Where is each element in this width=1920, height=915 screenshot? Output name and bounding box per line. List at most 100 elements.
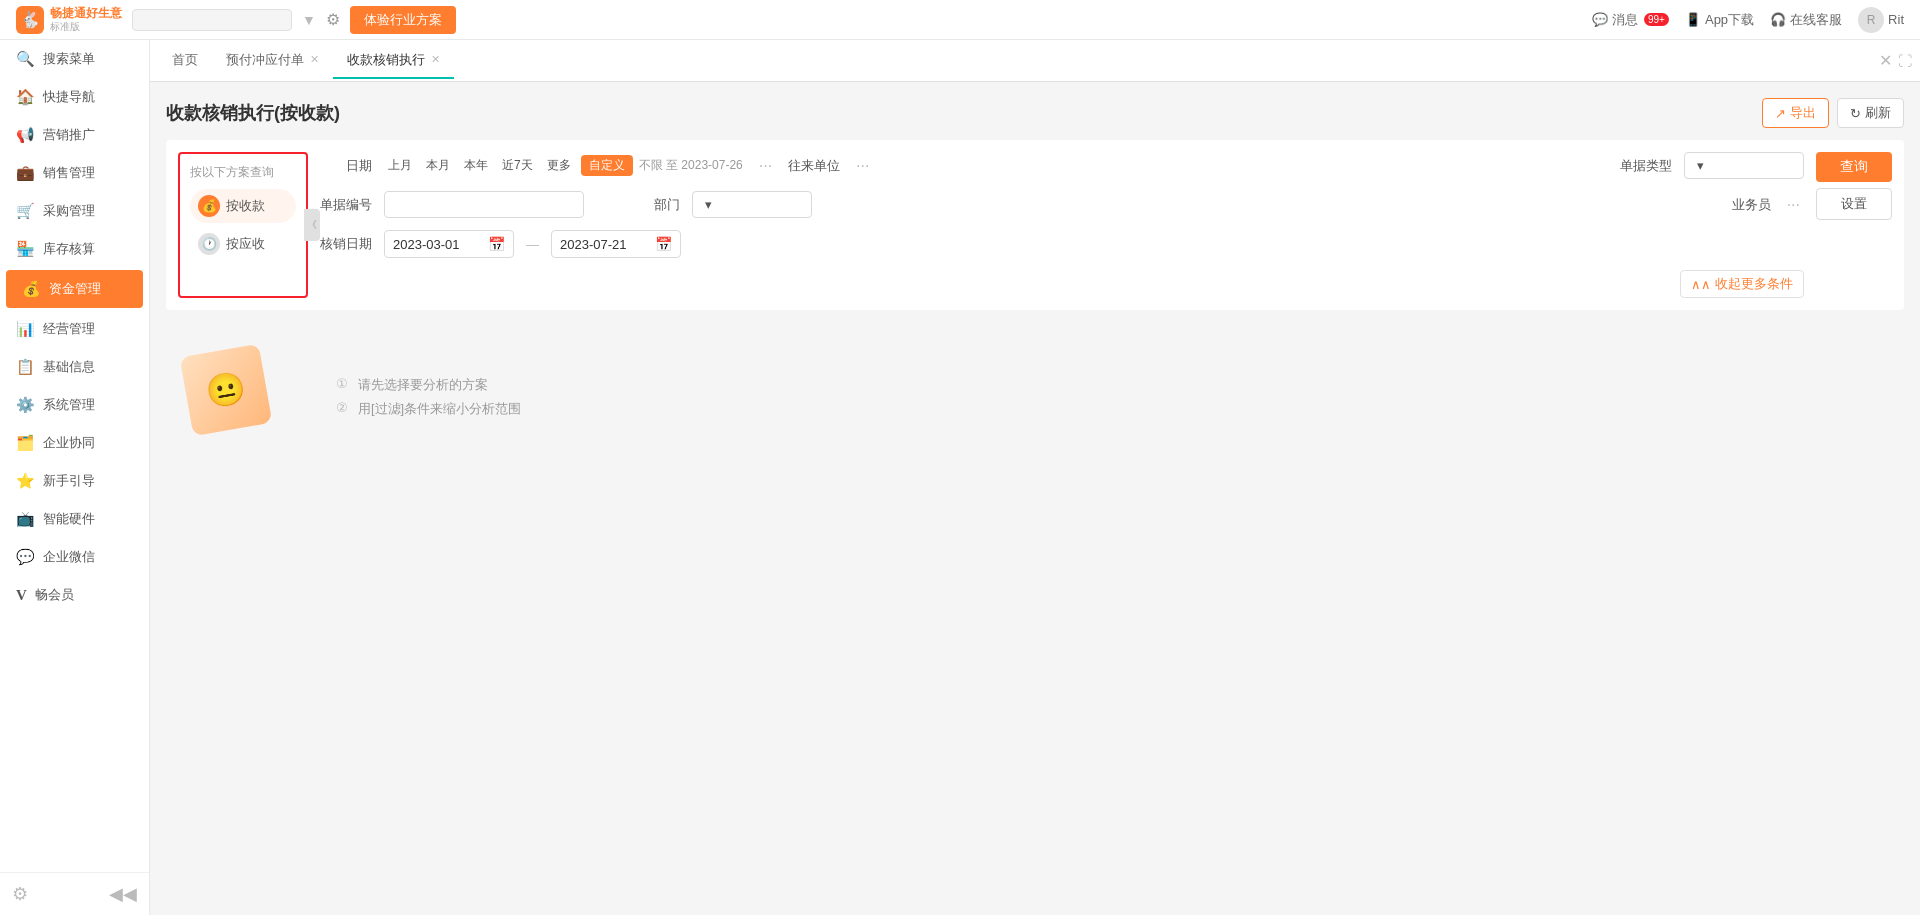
app-logo: 🐇 畅捷通好生意 标准版 — [16, 6, 122, 34]
guide-icon: ⭐ — [16, 472, 35, 490]
user-name: Rit — [1888, 12, 1904, 27]
sidebar-item-label: 新手引导 — [43, 472, 95, 490]
tab-writeoff[interactable]: 收款核销执行 ✕ — [333, 43, 454, 79]
dept-select[interactable]: ▾ — [692, 191, 812, 218]
search-input[interactable] — [132, 9, 292, 31]
content-area: 首页 预付冲应付单 ✕ 收款核销执行 ✕ ✕ ⛶ 收款核销执行(按收款) — [150, 40, 1920, 915]
date-this-year-btn[interactable]: 本年 — [460, 155, 492, 176]
sidebar-item-inventory[interactable]: 🏪 库存核算 — [0, 230, 149, 268]
home-icon: 🏠 — [16, 88, 35, 106]
date-last-month-btn[interactable]: 上月 — [384, 155, 416, 176]
date-this-month-btn[interactable]: 本月 — [422, 155, 454, 176]
system-icon: ⚙️ — [16, 396, 35, 414]
filter-option-by-receivable-label: 按应收 — [226, 235, 265, 253]
sidebar-item-hardware[interactable]: 📺 智能硬件 — [0, 500, 149, 538]
filter-row-3: 核销日期 2023-03-01 📅 — 2023-07-21 📅 — [320, 230, 1804, 258]
export-icon: ↗ — [1775, 106, 1786, 121]
sidebar-item-search[interactable]: 🔍 搜索菜单 — [0, 40, 149, 78]
page-content: 收款核销执行(按收款) ↗ 导出 ↻ 刷新 按以下方案查询 — [150, 82, 1920, 915]
refresh-icon: ↻ — [1850, 106, 1861, 121]
sidebar-item-management[interactable]: 📊 经营管理 — [0, 310, 149, 348]
empty-num-1: ① — [336, 376, 352, 391]
topbar-left: 🐇 畅捷通好生意 标准版 ▼ ⚙ 体验行业方案 — [16, 6, 456, 34]
partner-label: 往来单位 — [788, 157, 840, 175]
inventory-icon: 🏪 — [16, 240, 35, 258]
message-label: 消息 — [1612, 11, 1638, 29]
writeoff-start-text: 2023-03-01 — [393, 237, 460, 252]
writeoff-date-label: 核销日期 — [320, 235, 372, 253]
tab-home[interactable]: 首页 — [158, 43, 212, 79]
collab-icon: 🗂️ — [16, 434, 35, 452]
query-button[interactable]: 查询 — [1816, 152, 1892, 182]
date-7days-btn[interactable]: 近7天 — [498, 155, 537, 176]
solution-button[interactable]: 体验行业方案 — [350, 6, 456, 34]
filter-option-by-receipt[interactable]: 💰 按收款 — [190, 189, 296, 223]
refresh-button[interactable]: ↻ 刷新 — [1837, 98, 1904, 128]
partner-input-dots[interactable]: ··· — [856, 157, 869, 175]
receivable-icon: 🕐 — [198, 233, 220, 255]
sidebar-item-label: 快捷导航 — [43, 88, 95, 106]
tab-writeoff-close[interactable]: ✕ — [431, 53, 440, 66]
settings-icon[interactable]: ⚙ — [12, 883, 28, 905]
setting-button[interactable]: 设置 — [1816, 188, 1892, 220]
empty-state: ① 请先选择要分析的方案 ② 用[过滤]条件来缩小分析范围 — [166, 350, 1904, 450]
sidebar-item-basic[interactable]: 📋 基础信息 — [0, 348, 149, 386]
sidebar-item-label: 库存核算 — [43, 240, 95, 258]
chevron-up-icon: ∧∧ — [1691, 277, 1711, 292]
sidebar-item-marketing[interactable]: 📢 营销推广 — [0, 116, 149, 154]
sidebar-item-label: 经营管理 — [43, 320, 95, 338]
tab-close-all-icon[interactable]: ✕ — [1879, 51, 1892, 70]
search-icon: 🔍 — [16, 50, 35, 68]
tab-prepay[interactable]: 预付冲应付单 ✕ — [212, 43, 333, 79]
app-download-item[interactable]: 📱 App下载 — [1685, 11, 1754, 29]
gear-icon[interactable]: ⚙ — [326, 10, 340, 29]
export-button[interactable]: ↗ 导出 — [1762, 98, 1829, 128]
purchase-icon: 🛒 — [16, 202, 35, 220]
staff-input-dots[interactable]: ··· — [1787, 196, 1800, 214]
doc-type-select[interactable]: ▾ — [1684, 152, 1804, 179]
sidebar-item-guide[interactable]: ⭐ 新手引导 — [0, 462, 149, 500]
writeoff-date-end-input[interactable]: 2023-07-21 📅 — [551, 230, 681, 258]
sidebar-item-purchase[interactable]: 🛒 采购管理 — [0, 192, 149, 230]
writeoff-end-text: 2023-07-21 — [560, 237, 627, 252]
sidebar-item-nav[interactable]: 🏠 快捷导航 — [0, 78, 149, 116]
online-service-item[interactable]: 🎧 在线客服 — [1770, 11, 1842, 29]
message-item[interactable]: 💬 消息 99+ — [1592, 11, 1669, 29]
filter-collapse-button[interactable]: 《 — [304, 209, 320, 241]
writeoff-date-start-input[interactable]: 2023-03-01 📅 — [384, 230, 514, 258]
date-range-divider: — — [526, 237, 539, 252]
sidebar-item-collab[interactable]: 🗂️ 企业协同 — [0, 424, 149, 462]
sidebar-item-label: 营销推广 — [43, 126, 95, 144]
date-custom-tag[interactable]: 自定义 — [581, 155, 633, 176]
filter-row-1: 日期 上月 本月 本年 近7天 更多 自定义 不限 至 2023-07-26 — [320, 152, 1804, 179]
filter-main: 日期 上月 本月 本年 近7天 更多 自定义 不限 至 2023-07-26 — [320, 152, 1892, 298]
collapse-sidebar-icon[interactable]: ◀◀ — [109, 883, 137, 905]
sidebar: 🔍 搜索菜单 🏠 快捷导航 📢 营销推广 💼 销售管理 🛒 采购管理 🏪 库存核… — [0, 40, 150, 915]
sidebar-item-system[interactable]: ⚙️ 系统管理 — [0, 386, 149, 424]
sidebar-item-wechat[interactable]: 💬 企业微信 — [0, 538, 149, 576]
date-more-btn[interactable]: 更多 — [543, 155, 575, 176]
empty-num-2: ② — [336, 400, 352, 415]
collapse-icon: 《 — [307, 218, 317, 232]
date-label: 日期 — [320, 157, 372, 175]
docno-input[interactable] — [384, 191, 584, 218]
sidebar-item-label: 智能硬件 — [43, 510, 95, 528]
user-avatar: R — [1858, 7, 1884, 33]
tab-prepay-close[interactable]: ✕ — [310, 53, 319, 66]
sidebar-item-sales[interactable]: 💼 销售管理 — [0, 154, 149, 192]
sidebar-item-finance[interactable]: 💰 资金管理 — [6, 270, 143, 308]
empty-illustration — [166, 350, 286, 450]
member-icon: V — [16, 587, 27, 604]
collapse-more-btn[interactable]: ∧∧ 收起更多条件 — [1680, 270, 1804, 298]
filter-option-by-receivable[interactable]: 🕐 按应收 — [190, 227, 296, 261]
tab-prepay-label: 预付冲应付单 — [226, 51, 304, 69]
tab-expand-icon[interactable]: ⛶ — [1898, 53, 1912, 69]
collapse-more-label: 收起更多条件 — [1715, 275, 1793, 293]
sidebar-item-member[interactable]: V 畅会员 — [0, 576, 149, 614]
sidebar-item-label: 企业协同 — [43, 434, 95, 452]
logo-icon: 🐇 — [16, 6, 44, 34]
dropdown-icon[interactable]: ▼ — [302, 12, 316, 28]
user-item[interactable]: R Rit — [1858, 7, 1904, 33]
filter-right-btns: 查询 设置 — [1816, 152, 1892, 220]
wechat-icon: 💬 — [16, 548, 35, 566]
